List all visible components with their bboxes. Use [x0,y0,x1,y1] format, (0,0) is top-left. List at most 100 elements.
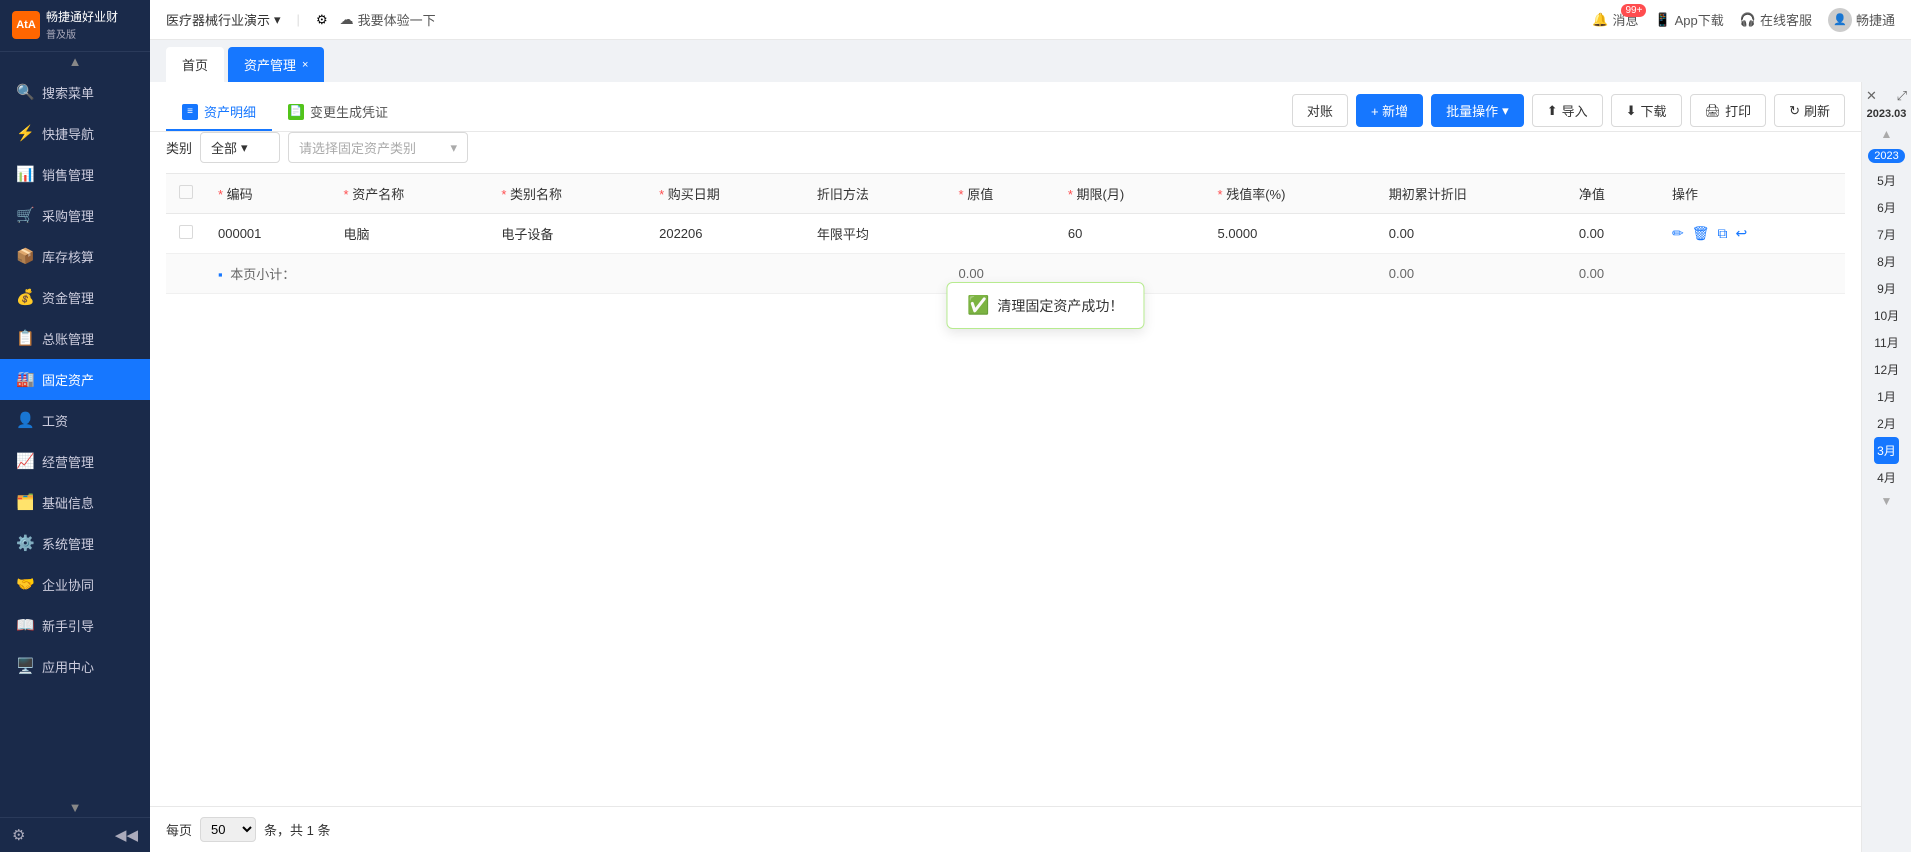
month-item-2月[interactable]: 2月 [1874,410,1899,437]
online-service-btn[interactable]: 🎧 在线客服 [1740,10,1812,29]
settings-icon[interactable]: ⚙ [12,826,25,844]
copy-icon[interactable]: ⧉ [1718,225,1728,242]
sidebar-logo: AtA 畅捷通好业财 普及版 [0,0,150,52]
sidebar-label-2: 销售管理 [42,165,94,184]
th-depreciation-method: 折旧方法 [805,174,947,214]
user-btn[interactable]: 👤 畅捷通 [1828,8,1895,32]
sidebar-item-总账管理[interactable]: 📋总账管理 [0,318,150,359]
sidebar-item-应用中心[interactable]: 🖥️应用中心 [0,646,150,687]
sidebar-item-系统管理[interactable]: ⚙️系统管理 [0,523,150,564]
th-category: 类别名称 [489,174,647,214]
th-residual-rate: 残值率(%) [1206,174,1377,214]
cell-code: 000001 [206,214,332,254]
month-item-1月[interactable]: 1月 [1874,383,1899,410]
sidebar-icon-0: 🔍 [16,83,34,101]
category-input[interactable]: 请选择固定资产类别 ▾ [288,132,468,163]
import-btn[interactable]: ⬆ 导入 [1532,94,1603,127]
settings-gear-icon[interactable]: ⚙ [316,12,328,28]
app-download-btn[interactable]: 📱 App下载 [1654,10,1723,29]
download-btn[interactable]: ⬇ 下载 [1611,94,1682,127]
company-name: 医疗器械行业演示 [166,10,270,29]
print-btn[interactable]: 🖨 打印 [1690,94,1767,127]
sidebar-scroll-down[interactable]: ▼ [0,797,150,817]
more-icon[interactable]: ↩ [1736,225,1748,242]
per-page-label: 每页 [166,820,192,839]
sidebar-icon-13: 📖 [16,616,34,634]
sidebar-label-4: 库存核算 [42,247,94,266]
row-checkbox[interactable] [179,225,193,239]
collapse-icon[interactable]: ◀◀ [115,826,138,844]
company-selector[interactable]: 医疗器械行业演示 ▾ [166,10,281,29]
subtab-asset-detail[interactable]: ≡ 资产明细 [166,94,272,131]
sidebar-item-经营管理[interactable]: 📈经营管理 [0,441,150,482]
select-all-header[interactable] [166,174,206,214]
zhangdui-btn[interactable]: 对账 [1292,94,1348,127]
month-item-9月[interactable]: 9月 [1874,275,1899,302]
feedback-btn[interactable]: ☁ 我要体验一下 [340,10,436,29]
cloud-icon: ☁ [340,11,354,28]
row-checkbox-cell[interactable] [166,214,206,254]
batch-btn[interactable]: 批量操作 ▾ [1431,94,1524,127]
close-panel-icon[interactable]: ✕ [1866,88,1877,104]
subtab-asset-detail-label: 资产明细 [204,102,256,121]
category-select[interactable]: 全部 ▾ [200,132,280,163]
notification-btn[interactable]: 🔔 消息 99+ [1592,10,1638,29]
cell-category: 电子设备 [489,214,647,254]
year-2023[interactable]: 2023 [1862,144,1911,167]
month-item-4月[interactable]: 4月 [1874,464,1899,491]
subtab-voucher[interactable]: 📄 变更生成凭证 [272,94,404,131]
sidebar-label-6: 总账管理 [42,329,94,348]
month-item-10月[interactable]: 10月 [1874,302,1899,329]
sidebar-scroll-up[interactable]: ▲ [0,52,150,72]
tab-home[interactable]: 首页 [166,47,224,82]
month-item-11月[interactable]: 11月 [1874,329,1899,356]
sidebar-item-企业协同[interactable]: 🤝企业协同 [0,564,150,605]
tab-asset-management[interactable]: 资产管理 × [228,47,324,82]
sidebar-icon-2: 📊 [16,165,34,183]
month-item-7月[interactable]: 7月 [1874,221,1899,248]
subtotal-action-empty [1660,254,1845,294]
sidebar-item-工资[interactable]: 👤工资 [0,400,150,441]
sidebar-item-搜索菜单[interactable]: 🔍搜索菜单 [0,72,150,113]
edit-icon[interactable]: ✏ [1672,225,1684,242]
sidebar-item-销售管理[interactable]: 📊 销售管理 [0,154,150,195]
month-item-12月[interactable]: 12月 [1874,356,1899,383]
tab-close-icon[interactable]: × [302,59,308,71]
sidebar-item-资金管理[interactable]: 💰资金管理 [0,277,150,318]
sidebar-item-采购管理[interactable]: 🛒采购管理 [0,195,150,236]
chevron-down-icon: ▾ [241,140,248,156]
th-net-value: 净值 [1567,174,1660,214]
right-panel-scroll-up[interactable]: ▲ [1862,124,1911,144]
tab-asset-label: 资产管理 [244,55,296,74]
avatar: 👤 [1828,8,1852,32]
subtabs: ≡ 资产明细 📄 变更生成凭证 对账 + 新增 批量操作 ▾ [150,82,1861,132]
select-all-checkbox[interactable] [179,185,193,199]
sidebar-item-新手引导[interactable]: 📖新手引导 [0,605,150,646]
main-area: 医疗器械行业演示 ▾ | ⚙ ☁ 我要体验一下 🔔 消息 99+ 📱 App下载… [150,0,1911,852]
month-item-5月[interactable]: 5月 [1874,167,1899,194]
refresh-icon: ↻ [1789,103,1800,119]
sidebar-items: 🔍搜索菜单⚡快捷导航 📊 销售管理 🛒采购管理📦库存核算💰资金管理📋总账管理🏭固定资产… [0,72,150,797]
month-item-3月[interactable]: 3月 [1874,437,1899,464]
sidebar-item-固定资产[interactable]: 🏭固定资产 [0,359,150,400]
sidebar-item-基础信息[interactable]: 🗂️基础信息 [0,482,150,523]
delete-icon[interactable]: 🗑 [1692,225,1710,242]
sidebar-item-快捷导航[interactable]: ⚡快捷导航 [0,113,150,154]
month-item-8月[interactable]: 8月 [1874,248,1899,275]
sidebar-icon-9: 📈 [16,452,34,470]
cell-period: 60 [1056,214,1206,254]
month-item-6月[interactable]: 6月 [1874,194,1899,221]
total-label: 条，共 1 条 [264,820,330,839]
right-panel: ✕ ⤢ 2023.03 ▲ 2023 5月6月7月8月9月10月11月12月1月… [1861,82,1911,852]
expand-panel-icon[interactable]: ⤢ [1897,88,1907,104]
asset-detail-icon: ≡ [182,104,198,120]
sidebar-item-库存核算[interactable]: 📦库存核算 [0,236,150,277]
right-panel-scroll-down[interactable]: ▼ [1862,491,1911,511]
headset-icon: 🎧 [1740,12,1756,28]
refresh-btn[interactable]: ↻ 刷新 [1774,94,1845,127]
cell-name: 电脑 [332,214,490,254]
add-btn[interactable]: + 新增 [1356,94,1423,127]
per-page-select[interactable]: 50 100 [200,817,256,842]
toast-message: 清理固定资产成功！ [997,296,1123,316]
sidebar-label-3: 采购管理 [42,206,94,225]
